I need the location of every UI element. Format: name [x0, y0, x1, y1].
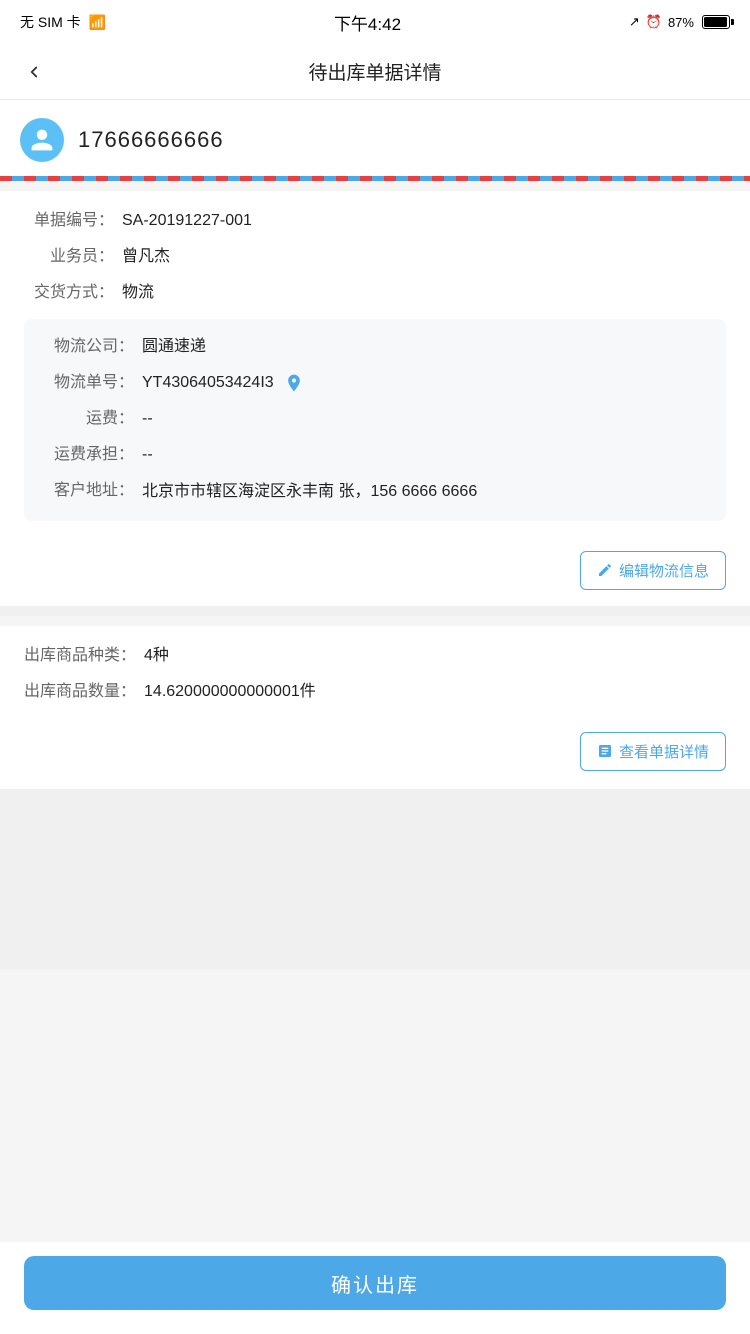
tracking-number-row: 物流单号： YT43064053424I3 [44, 371, 706, 395]
product-types-value: 4种 [144, 644, 726, 668]
freight-bearer-label: 运费承担： [44, 443, 134, 467]
edit-button-row: 编辑物流信息 [0, 539, 750, 606]
salesperson-row: 业务员： 曾凡杰 [24, 245, 726, 269]
product-stats-section: 出库商品种类： 4种 出库商品数量： 14.620000000000001件 [0, 626, 750, 722]
status-bar: 无 SIM 卡 📶 下午4:42 ↗ ⏰ 87% [0, 0, 750, 44]
logistics-company-value: 圆通速递 [142, 335, 706, 359]
logistics-company-label: 物流公司： [44, 335, 134, 359]
order-number-value: SA-20191227-001 [122, 209, 726, 233]
phone-number: 17666666666 [78, 127, 224, 153]
salesperson-value: 曾凡杰 [122, 245, 726, 269]
bottom-bar: 确认出库 [0, 1242, 750, 1334]
nav-bar: 待出库单据详情 [0, 44, 750, 100]
phone-header: 17666666666 [0, 100, 750, 176]
navigation-icon: ↗ [629, 14, 640, 30]
product-types-row: 出库商品种类： 4种 [24, 644, 726, 668]
edit-logistics-button[interactable]: 编辑物流信息 [580, 551, 726, 590]
view-details-label: 查看单据详情 [619, 741, 709, 762]
freight-row: 运费： -- [44, 407, 706, 431]
address-label: 客户地址： [44, 479, 134, 503]
order-number-row: 单据编号： SA-20191227-001 [24, 209, 726, 233]
status-right: ↗ ⏰ 87% [629, 14, 730, 30]
tracking-number-label: 物流单号： [44, 371, 134, 395]
alarm-icon: ⏰ [646, 14, 662, 30]
sim-status: 无 SIM 卡 [20, 12, 81, 32]
avatar [20, 118, 64, 162]
location-pin-icon[interactable] [284, 373, 304, 393]
dashed-divider [0, 176, 750, 181]
back-button[interactable] [18, 56, 50, 88]
product-quantity-label: 出库商品数量： [24, 680, 136, 704]
section-gap-1 [0, 606, 750, 616]
view-details-button[interactable]: 查看单据详情 [580, 732, 726, 771]
gray-spacer [0, 789, 750, 969]
freight-label: 运费： [44, 407, 134, 431]
delivery-method-label: 交货方式： [24, 281, 114, 305]
logistics-company-row: 物流公司： 圆通速递 [44, 335, 706, 359]
order-number-label: 单据编号： [24, 209, 114, 233]
product-quantity-value: 14.620000000000001件 [144, 680, 726, 704]
delivery-method-value: 物流 [122, 281, 726, 305]
order-info-section: 单据编号： SA-20191227-001 业务员： 曾凡杰 交货方式： 物流 … [0, 191, 750, 539]
freight-bearer-value: -- [142, 443, 706, 467]
battery-percent: 87% [668, 15, 694, 30]
product-quantity-row: 出库商品数量： 14.620000000000001件 [24, 680, 726, 704]
delivery-method-row: 交货方式： 物流 [24, 281, 726, 305]
page-title: 待出库单据详情 [308, 58, 441, 85]
view-details-button-row: 查看单据详情 [0, 722, 750, 789]
battery-icon [702, 15, 730, 29]
freight-value: -- [142, 407, 706, 431]
address-row: 客户地址： 北京市市辖区海淀区永丰南 张，156 6666 6666 [44, 479, 706, 505]
status-left: 无 SIM 卡 📶 [20, 12, 106, 32]
address-value: 北京市市辖区海淀区永丰南 张，156 6666 6666 [142, 479, 706, 505]
tracking-number-value: YT43064053424I3 [142, 371, 706, 395]
wifi-icon: 📶 [89, 14, 106, 31]
salesperson-label: 业务员： [24, 245, 114, 269]
edit-logistics-label: 编辑物流信息 [619, 560, 709, 581]
status-time: 下午4:42 [334, 10, 401, 35]
logistics-card: 物流公司： 圆通速递 物流单号： YT43064053424I3 运费： -- … [24, 319, 726, 521]
product-types-label: 出库商品种类： [24, 644, 136, 668]
freight-bearer-row: 运费承担： -- [44, 443, 706, 467]
confirm-outbound-button[interactable]: 确认出库 [24, 1256, 726, 1310]
